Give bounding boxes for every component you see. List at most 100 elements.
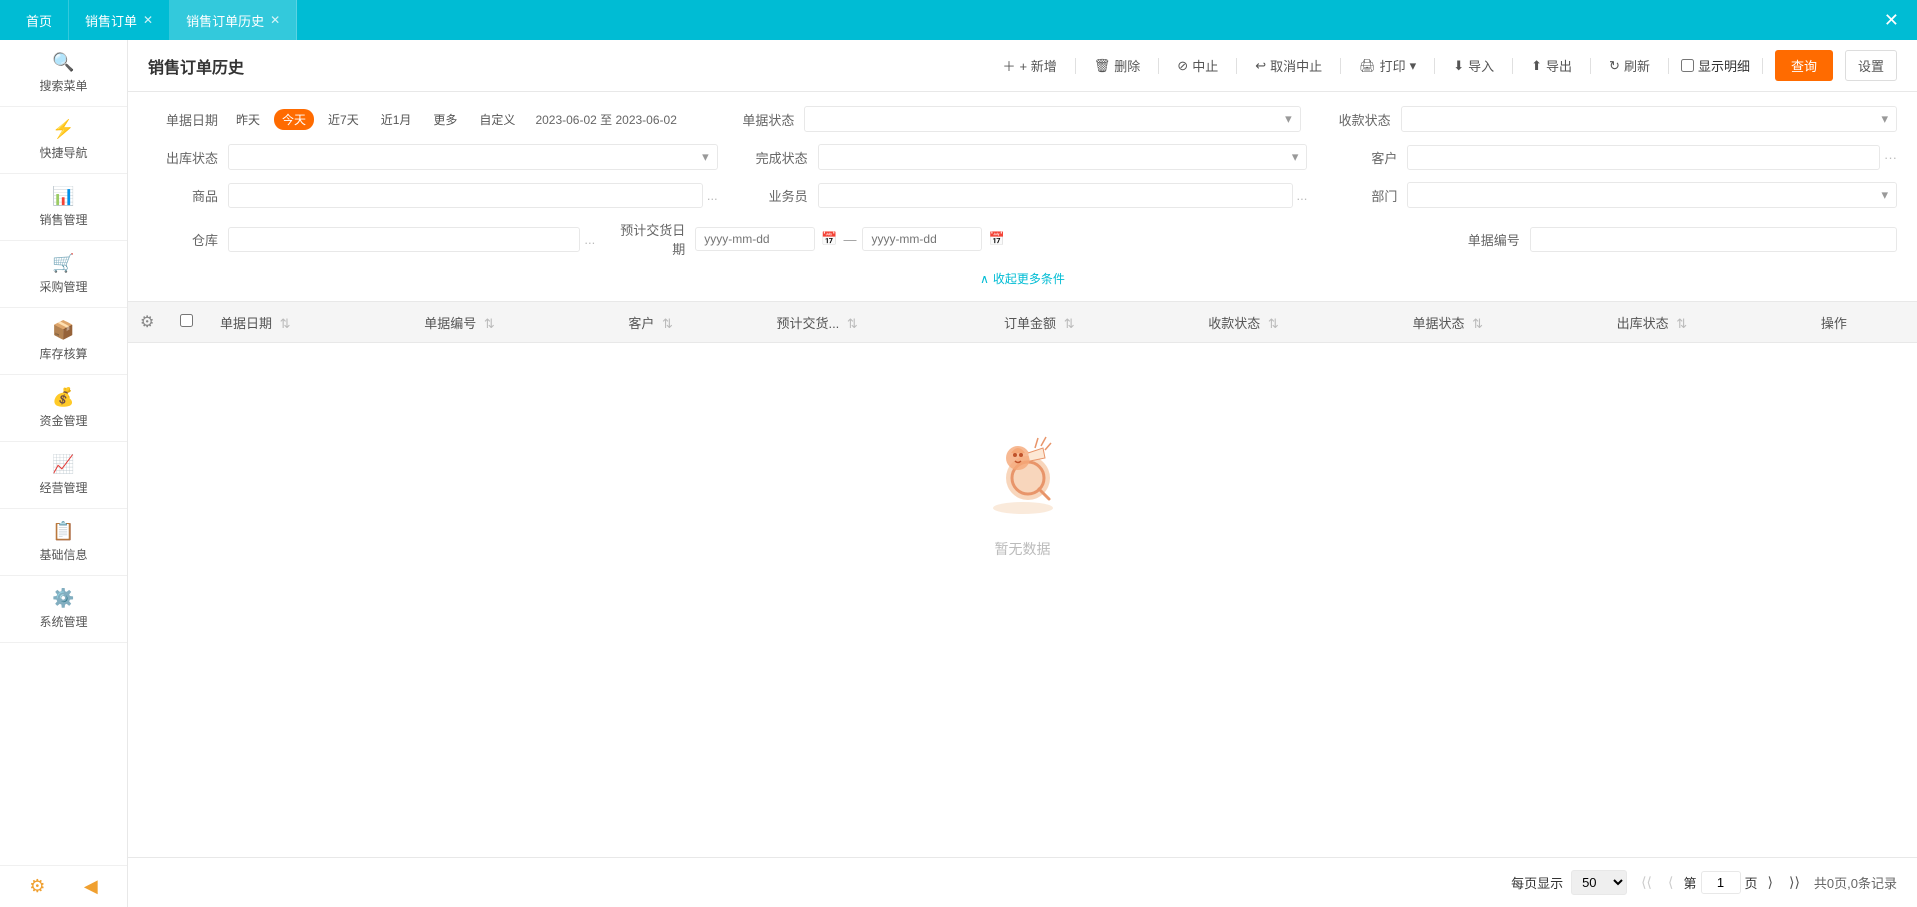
customer-label: 客户 [1327,148,1407,167]
date-tag-yesterday[interactable]: 昨天 [228,109,268,130]
order-no-input[interactable] [1530,227,1897,252]
sidebar-expand-icon[interactable]: ◀ [84,876,98,897]
th-customer-sort-icon: ⇅ [662,316,673,331]
th-date[interactable]: 单据日期 ⇅ [208,302,412,343]
salesperson-dots[interactable]: ... [1297,188,1308,203]
tab-sales-order-close[interactable]: ✕ [143,13,153,27]
page-total: 共0页,0条记录 [1814,873,1897,892]
collapse-button[interactable]: ∧ 收起更多条件 [980,270,1065,287]
th-delivery-status-label: 出库状态 [1617,316,1669,331]
th-payment-status[interactable]: 收款状态 ⇅ [1196,302,1400,343]
th-action: 操作 [1809,302,1917,343]
cancel-stop-button[interactable]: ↩ 取消中止 [1249,52,1328,79]
empty-svg [973,423,1073,523]
page-input[interactable] [1701,871,1741,894]
customer-dots[interactable]: ··· [1884,150,1897,165]
window-close-button[interactable]: ✕ [1876,10,1907,31]
th-delivery-date[interactable]: 预计交货... ⇅ [764,302,992,343]
sidebar-item-ops-mgmt[interactable]: 📈 经营管理 [0,442,127,509]
cancel-stop-label: 取消中止 [1270,56,1322,75]
sidebar-item-sales-mgmt[interactable]: 📊 销售管理 [0,174,127,241]
delete-icon: 🗑 [1094,58,1111,74]
sidebar-item-basic-info[interactable]: 📋 基础信息 [0,509,127,576]
tab-sales-order-history[interactable]: 销售订单历史 ✕ [170,0,297,40]
warehouse-label: 仓库 [148,230,228,249]
prev-page-button[interactable]: ⟨ [1662,871,1679,894]
order-status-select[interactable]: ▾ [804,106,1300,132]
last-page-button[interactable]: ⟩⟩ [1783,871,1806,894]
warehouse-dots[interactable]: ... [584,232,595,247]
customer-input[interactable] [1407,145,1880,170]
delivery-to-calendar-icon[interactable]: 📅 [988,231,1004,247]
tab-sales-order-history-close[interactable]: ✕ [270,13,280,27]
sidebar-item-sys-mgmt[interactable]: ⚙️ 系统管理 [0,576,127,643]
salesperson-input[interactable] [818,183,1293,208]
date-tag-today[interactable]: 今天 [274,109,314,130]
divider-1 [1075,58,1076,74]
complete-status-select[interactable]: ▾ [818,144,1308,170]
th-amount-sort-icon: ⇅ [1064,316,1075,331]
stop-label: 中止 [1192,56,1218,75]
table-body: 暂无数据 [128,343,1917,640]
expected-delivery-from-input[interactable] [695,227,815,251]
warehouse-input[interactable] [228,227,580,252]
product-input[interactable] [228,183,703,208]
divider-5 [1434,58,1435,74]
next-page-button[interactable]: ⟩ [1762,871,1779,894]
sidebar-item-capital-mgmt[interactable]: 💰 资金管理 [0,375,127,442]
delivery-status-select[interactable]: ▾ [228,144,718,170]
settings-button[interactable]: 设置 [1845,50,1897,81]
select-all-checkbox[interactable] [180,314,193,327]
date-tag-1month[interactable]: 近1月 [373,109,420,130]
pagination: 每页显示 10 20 50 100 ⟨⟨ ⟨ 第 页 ⟩ ⟩⟩ 共0页,0条记录 [128,857,1917,907]
date-tag-7days[interactable]: 近7天 [320,109,367,130]
sidebar-item-quick-nav-label: 快捷导航 [39,144,87,161]
th-no[interactable]: 单据编号 ⇅ [412,302,616,343]
import-button[interactable]: ⬇ 导入 [1447,52,1500,79]
divider-6 [1512,58,1513,74]
divider-8 [1668,58,1669,74]
payment-status-label: 收款状态 [1321,110,1401,129]
show-details-checkbox[interactable] [1681,59,1694,72]
tab-sales-order[interactable]: 销售订单 ✕ [69,0,170,40]
product-dots[interactable]: ... [707,188,718,203]
show-details-checkbox-label[interactable]: 显示明细 [1681,56,1750,75]
tab-home[interactable]: 首页 [10,0,69,40]
page-size-select[interactable]: 10 20 50 100 [1571,870,1627,895]
date-tag-more[interactable]: 更多 [425,109,465,130]
sidebar-item-capital-mgmt-label: 资金管理 [39,412,87,429]
th-delivery-status-sort-icon: ⇅ [1676,316,1687,331]
delivery-from-calendar-icon[interactable]: 📅 [821,231,837,247]
th-delivery-date-label: 预计交货... [776,316,839,331]
new-button[interactable]: ＋ + 新增 [997,52,1063,79]
sidebar-item-inventory-check[interactable]: 📦 库存核算 [0,308,127,375]
stop-button[interactable]: ⊘ 中止 [1171,52,1224,79]
delete-button[interactable]: 🗑 删除 [1088,52,1147,79]
tab-sales-order-label: 销售订单 [85,11,137,30]
payment-status-select[interactable]: ▾ [1401,106,1897,132]
refresh-button[interactable]: ↻ 刷新 [1603,52,1656,79]
th-delivery-status[interactable]: 出库状态 ⇅ [1605,302,1809,343]
sidebar-item-purchase-mgmt-label: 采购管理 [39,278,87,295]
empty-illustration [973,423,1073,523]
sidebar-item-search-menu[interactable]: 🔍 搜索菜单 [0,40,127,107]
table-settings-icon[interactable]: ⚙ [140,314,154,331]
department-select[interactable]: ▾ [1407,182,1897,208]
query-button[interactable]: 查询 [1775,50,1833,81]
expected-delivery-to-input[interactable] [862,227,982,251]
th-order-status[interactable]: 单据状态 ⇅ [1400,302,1604,343]
complete-status-label: 完成状态 [738,148,818,167]
salesperson-label: 业务员 [738,186,818,205]
th-amount[interactable]: 订单金额 ⇅ [992,302,1196,343]
sidebar-item-purchase-mgmt[interactable]: 🛒 采购管理 [0,241,127,308]
export-button[interactable]: ⬆ 导出 [1525,52,1578,79]
date-tag-custom[interactable]: 自定义 [471,109,523,130]
th-customer[interactable]: 客户 ⇅ [616,302,764,343]
sidebar-item-quick-nav[interactable]: ⚡ 快捷导航 [0,107,127,174]
sidebar-settings-icon[interactable]: ⚙ [29,876,45,897]
first-page-button[interactable]: ⟨⟨ [1635,871,1658,894]
new-label: + 新增 [1020,56,1057,75]
search-menu-icon: 🔍 [52,52,74,73]
date-range-text: 2023-06-02 至 2023-06-02 [535,111,676,128]
print-button[interactable]: 🖨 打印 ▾ [1353,52,1422,79]
